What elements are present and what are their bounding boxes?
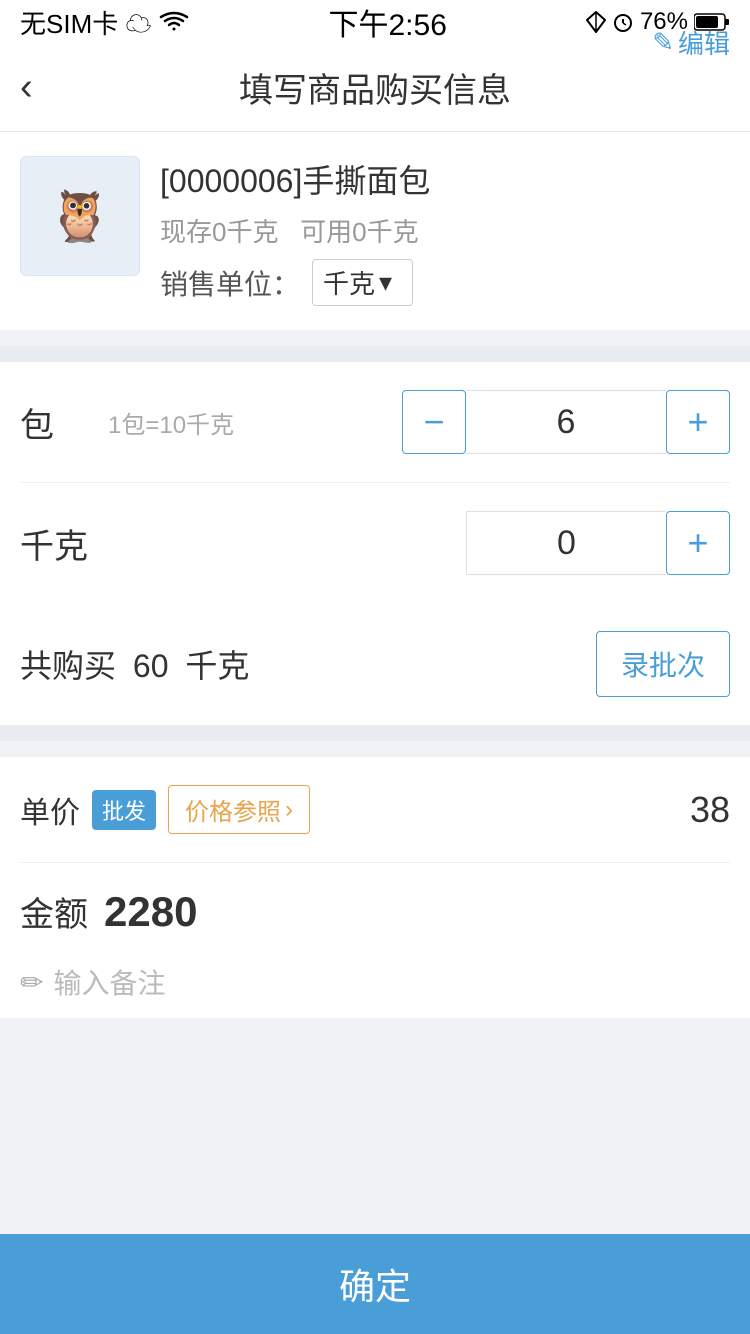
summary-text: 共购买 60 千克: [20, 641, 249, 687]
edit-button[interactable]: ✎ 编辑: [652, 24, 730, 61]
note-row: ✏ 输入备注: [20, 952, 730, 1002]
package-input[interactable]: [466, 390, 666, 454]
product-unit-row: 销售单位： 千克 ▾: [160, 259, 730, 306]
package-sublabel: 1包=10千克: [108, 405, 402, 440]
location-icon: [586, 11, 606, 33]
package-input-section: 包 1包=10千克 − + 千克 +: [0, 362, 750, 603]
product-icon: 🦉: [49, 187, 111, 246]
kg-input[interactable]: [466, 511, 666, 575]
unit-select[interactable]: 千克 ▾: [312, 259, 413, 306]
status-left: 无SIM卡 ☁: [20, 4, 189, 41]
unit-label: 销售单位：: [160, 263, 300, 303]
kg-label: 千克: [20, 519, 100, 568]
amount-label: 金额: [20, 887, 88, 936]
amount-section: 金额 2280 ✏ 输入备注: [0, 863, 750, 1018]
product-name: [0000006]手撕面包: [160, 156, 730, 202]
package-controls: − +: [402, 390, 730, 454]
confirm-text: 确定: [339, 1258, 411, 1310]
no-sim-text: 无SIM卡 ☁: [20, 4, 151, 41]
divider-2: [0, 725, 750, 741]
product-card: 🦉 [0000006]手撕面包 现存0千克 可用0千克 销售单位： 千克 ▾ ✎…: [0, 132, 750, 330]
price-section: 单价 批发 价格参照 › 38: [0, 757, 750, 863]
price-row: 单价 批发 价格参照 › 38: [20, 757, 730, 863]
price-value: 38: [690, 789, 730, 831]
price-label: 单价: [20, 788, 80, 832]
kg-plus-button[interactable]: +: [666, 511, 730, 575]
summary-section: 共购买 60 千克 录批次: [0, 603, 750, 725]
note-placeholder: 输入备注: [53, 962, 165, 1002]
summary-row: 共购买 60 千克 录批次: [20, 603, 730, 725]
confirm-bar[interactable]: 确定: [0, 1234, 750, 1334]
kg-input-row: 千克 +: [20, 483, 730, 603]
page-title: 填写商品购买信息: [239, 63, 511, 112]
wifi-icon: [159, 11, 189, 33]
amount-value: 2280: [104, 888, 197, 936]
status-time: 下午2:56: [329, 0, 447, 44]
batch-button[interactable]: 录批次: [596, 631, 730, 697]
package-label: 包: [20, 398, 100, 447]
nav-bar: ‹ 填写商品购买信息: [0, 44, 750, 132]
package-input-row: 包 1包=10千克 − +: [20, 362, 730, 483]
product-info: [0000006]手撕面包 现存0千克 可用0千克 销售单位： 千克 ▾: [160, 156, 730, 306]
note-icon: ✏: [20, 966, 43, 999]
price-ref-button[interactable]: 价格参照 ›: [168, 785, 310, 834]
package-plus-button[interactable]: +: [666, 390, 730, 454]
product-stock: 现存0千克 可用0千克: [160, 212, 730, 249]
product-image: 🦉: [20, 156, 140, 276]
package-minus-button[interactable]: −: [402, 390, 466, 454]
pifa-badge: 批发: [92, 790, 156, 830]
divider-1: [0, 346, 750, 362]
status-bar: 无SIM卡 ☁ 下午2:56 76%: [0, 0, 750, 44]
alarm-icon: [612, 11, 634, 33]
kg-controls: +: [466, 511, 730, 575]
amount-row: 金额 2280: [20, 887, 730, 936]
back-button[interactable]: ‹: [20, 66, 33, 109]
